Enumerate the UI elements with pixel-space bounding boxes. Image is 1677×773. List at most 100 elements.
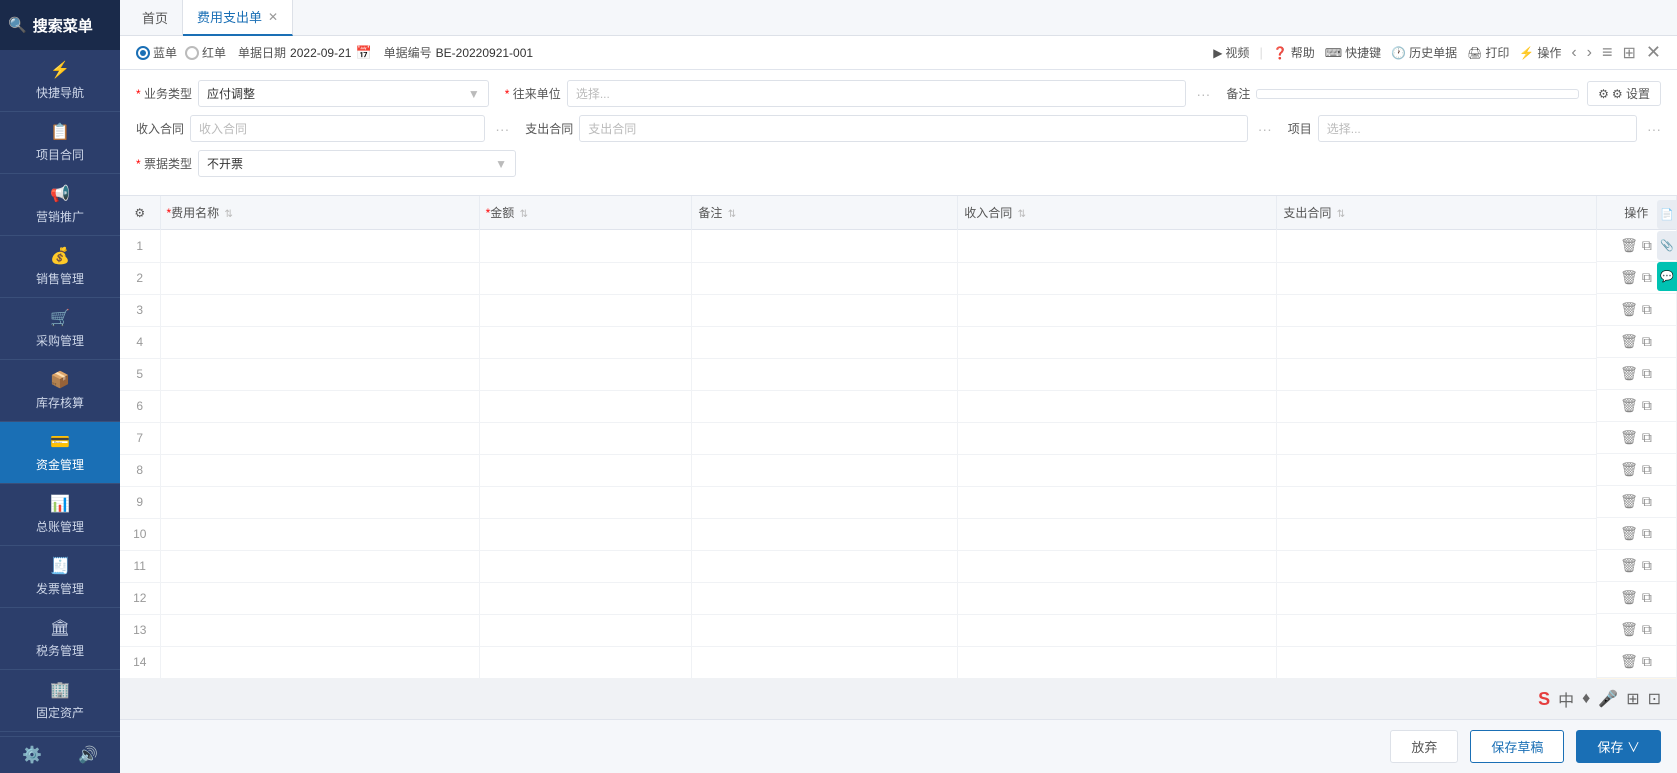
remark-input[interactable] [1256,89,1579,99]
row-9-name[interactable] [160,486,479,518]
tab-home[interactable]: 首页 [128,0,183,36]
row-13-income[interactable] [958,614,1277,646]
tab-expense-close[interactable]: ✕ [268,10,278,24]
row-7-delete-icon[interactable]: 🗑 [1620,429,1638,446]
save-button[interactable]: 保存 ∨ [1576,730,1661,763]
save-draft-button[interactable]: 保存草稿 [1470,730,1564,763]
row-4-name[interactable] [160,326,479,358]
income-contract-input[interactable]: 收入合同 [190,115,485,142]
row-5-expense[interactable] [1277,358,1596,390]
list-view-icon[interactable]: ≡ [1602,42,1613,63]
row-6-amount[interactable] [479,390,692,422]
window-close-icon[interactable]: ✕ [1646,42,1661,63]
row-5-copy-icon[interactable]: ⧉ [1642,365,1652,382]
income-contract-dots[interactable]: ··· [495,121,509,137]
calendar-icon[interactable]: 📅 [355,45,371,61]
row-4-note[interactable] [692,326,958,358]
row-4-expense[interactable] [1277,326,1596,358]
project-dots[interactable]: ··· [1647,121,1661,137]
row-7-income[interactable] [958,422,1277,454]
row-13-name[interactable] [160,614,479,646]
row-6-note[interactable] [692,390,958,422]
row-7-amount[interactable] [479,422,692,454]
row-4-amount[interactable] [479,326,692,358]
row-3-copy-icon[interactable]: ⧉ [1642,301,1652,318]
row-9-delete-icon[interactable]: 🗑 [1620,493,1638,510]
row-5-amount[interactable] [479,358,692,390]
settings-button[interactable]: ⚙ ⚙ 设置 [1587,81,1661,106]
help-button[interactable]: ❓ 帮助 [1273,44,1315,61]
row-12-income[interactable] [958,582,1277,614]
logo-icon-mic[interactable]: 🎤 [1598,689,1618,709]
row-7-note[interactable] [692,422,958,454]
row-3-note[interactable] [692,294,958,326]
row-13-expense[interactable] [1277,614,1596,646]
row-2-note[interactable] [692,262,958,294]
row-9-amount[interactable] [479,486,692,518]
row-5-name[interactable] [160,358,479,390]
sidebar-item-project-contract[interactable]: 📋 项目合同 [0,112,120,174]
sidebar-header[interactable]: 🔍 搜索菜单 [0,0,120,50]
partner-dots[interactable]: ··· [1196,86,1210,102]
row-5-income[interactable] [958,358,1277,390]
sort-arrows-note[interactable]: ⇅ [728,209,736,220]
row-2-income[interactable] [958,262,1277,294]
row-10-expense[interactable] [1277,518,1596,550]
sidebar-item-capital[interactable]: 💳 资金管理 [0,422,120,484]
row-2-copy-icon[interactable]: ⧉ [1642,269,1652,286]
print-button[interactable]: 🖨 打印 [1467,44,1509,61]
discard-button[interactable]: 放弃 [1390,730,1458,763]
project-input[interactable]: 选择... [1318,115,1637,142]
sort-arrows-income[interactable]: ⇅ [1018,209,1026,220]
row-5-delete-icon[interactable]: 🗑 [1620,365,1638,382]
sidebar-item-sales[interactable]: 💰 销售管理 [0,236,120,298]
partner-input[interactable]: 选择... [567,80,1187,107]
sidebar-item-marketing[interactable]: 📢 营销推广 [0,174,120,236]
row-11-name[interactable] [160,550,479,582]
row-9-income[interactable] [958,486,1277,518]
row-1-expense[interactable] [1277,230,1596,263]
sidebar-item-tax[interactable]: 🏛 税务管理 [0,608,120,670]
expense-contract-input[interactable]: 支出合同 [579,115,1247,142]
row-12-name[interactable] [160,582,479,614]
logo-icon-diamond[interactable]: ♦ [1582,690,1590,708]
sidebar-item-purchase[interactable]: 🛒 采购管理 [0,298,120,360]
sidebar-item-ledger[interactable]: 📊 总账管理 [0,484,120,546]
row-3-expense[interactable] [1277,294,1596,326]
row-3-amount[interactable] [479,294,692,326]
nav-prev-button[interactable]: ‹ [1571,44,1576,62]
row-11-delete-icon[interactable]: 🗑 [1620,557,1638,574]
row-8-delete-icon[interactable]: 🗑 [1620,461,1638,478]
row-4-copy-icon[interactable]: ⧉ [1642,333,1652,350]
row-1-delete-icon[interactable]: 🗑 [1620,237,1638,254]
row-8-name[interactable] [160,454,479,486]
nav-next-button[interactable]: › [1587,44,1592,62]
row-6-name[interactable] [160,390,479,422]
logo-icon-chinese[interactable]: 中 [1558,687,1574,711]
row-6-delete-icon[interactable]: 🗑 [1620,397,1638,414]
row-3-income[interactable] [958,294,1277,326]
tab-expense[interactable]: 费用支出单✕ [183,0,293,36]
radio-blue[interactable]: 蓝单 [136,44,177,61]
row-12-note[interactable] [692,582,958,614]
row-14-expense[interactable] [1277,646,1596,678]
row-1-income[interactable] [958,230,1277,263]
row-14-note[interactable] [692,646,958,678]
row-11-income[interactable] [958,550,1277,582]
sidebar-item-invoice[interactable]: 🧾 发票管理 [0,546,120,608]
row-2-amount[interactable] [479,262,692,294]
row-8-expense[interactable] [1277,454,1596,486]
row-14-income[interactable] [958,646,1277,678]
row-12-expense[interactable] [1277,582,1596,614]
row-10-copy-icon[interactable]: ⧉ [1642,525,1652,542]
date-value[interactable]: 2022-09-21 [290,46,351,60]
row-9-expense[interactable] [1277,486,1596,518]
row-7-name[interactable] [160,422,479,454]
row-8-income[interactable] [958,454,1277,486]
row-10-amount[interactable] [479,518,692,550]
row-12-copy-icon[interactable]: ⧉ [1642,589,1652,606]
row-14-name[interactable] [160,646,479,678]
row-6-expense[interactable] [1277,390,1596,422]
history-button[interactable]: 🕐 历史单据 [1391,44,1457,61]
sort-arrows-name[interactable]: ⇅ [225,209,233,220]
